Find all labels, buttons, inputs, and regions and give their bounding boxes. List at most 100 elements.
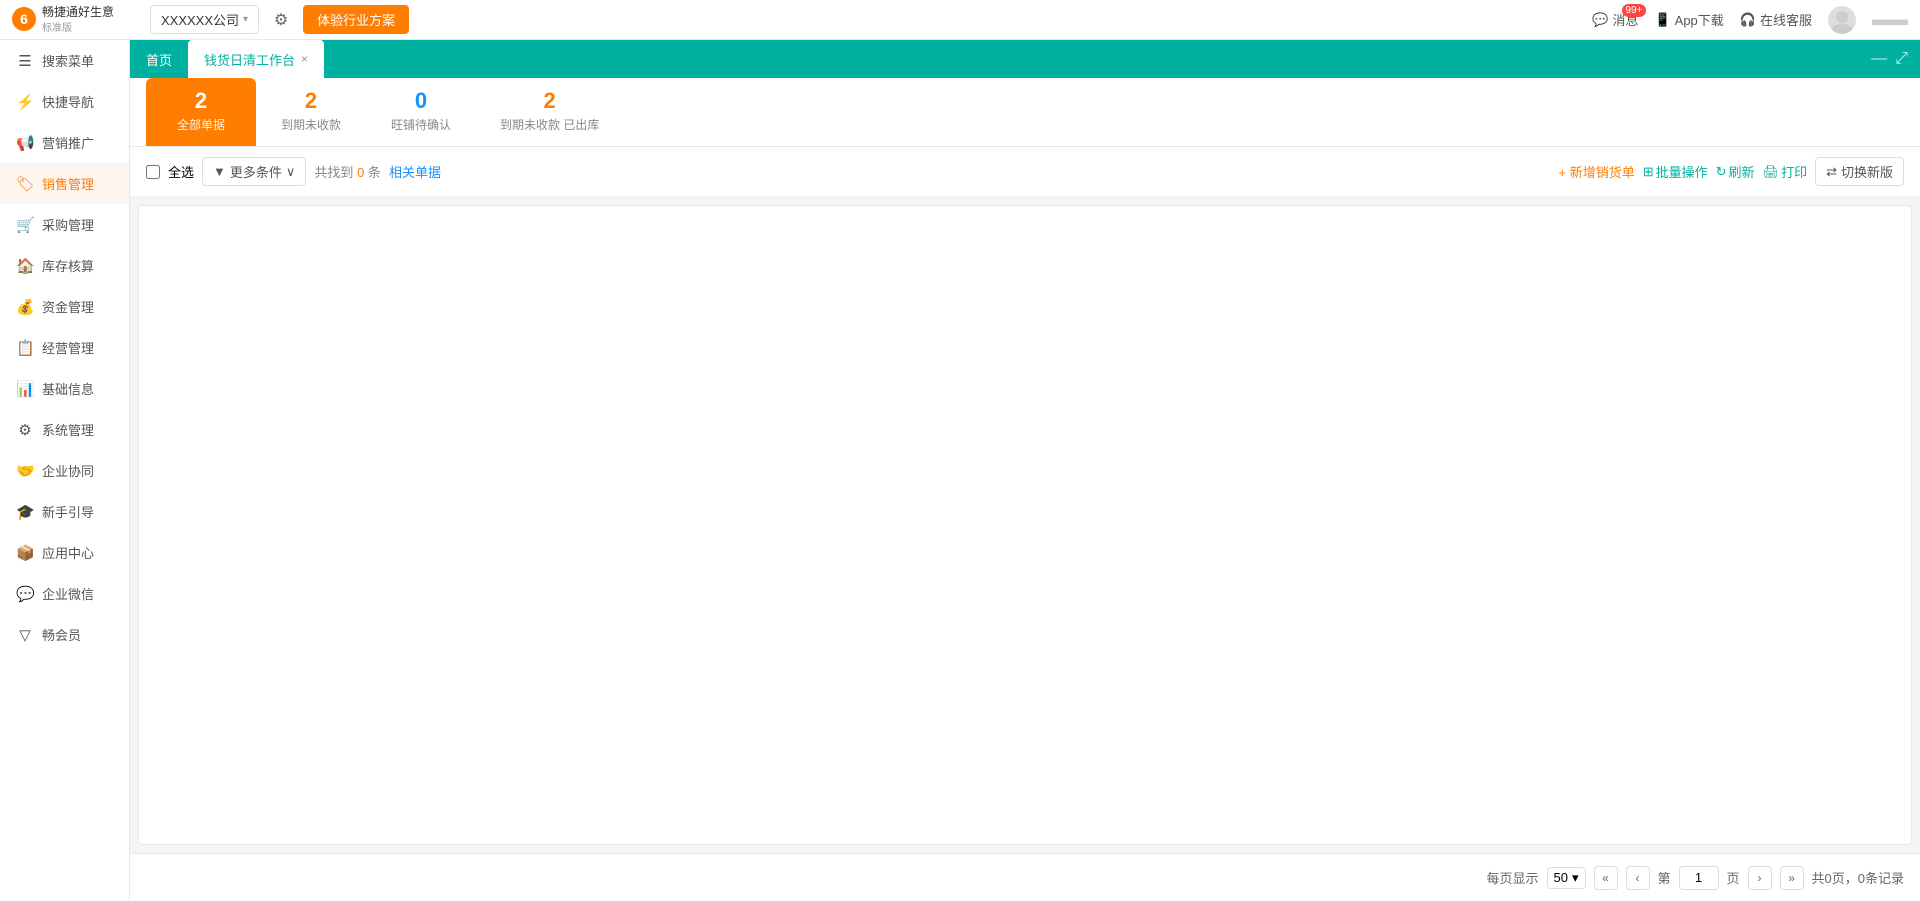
sidebar-item-purchase[interactable]: 🛒 采购管理 bbox=[0, 204, 129, 245]
sidebar-item-label: 营销推广 bbox=[42, 133, 94, 152]
operations-icon: 📋 bbox=[16, 339, 34, 357]
found-text: 共找到 0 条 bbox=[314, 162, 381, 181]
sidebar-item-operations[interactable]: 📋 经营管理 bbox=[0, 327, 129, 368]
message-badge: 99+ bbox=[1622, 4, 1647, 17]
online-service-button[interactable]: 🎧 在线客服 bbox=[1740, 10, 1812, 29]
sidebar-item-wechat[interactable]: 💬 企业微信 bbox=[0, 573, 129, 614]
print-label: 打印 bbox=[1781, 162, 1807, 181]
basic-info-icon: 📊 bbox=[16, 380, 34, 398]
sidebar-item-enterprise[interactable]: 🤝 企业协同 bbox=[0, 450, 129, 491]
sidebar-item-sales[interactable]: 🏷 销售管理 bbox=[0, 163, 129, 204]
refresh-button[interactable]: ↻ 刷新 bbox=[1716, 162, 1755, 181]
switch-icon: ⇄ bbox=[1826, 164, 1837, 180]
tab-work-station-label: 钱货日清工作台 bbox=[204, 50, 295, 69]
switch-version-button[interactable]: ⇄ 切换新版 bbox=[1815, 157, 1904, 186]
print-button[interactable]: 🖨 打印 bbox=[1763, 162, 1808, 181]
toolbar: 全选 ▼ 更多条件 ∨ 共找到 0 条 相关单据 + 新增销货单 ⊞ 批量操作 … bbox=[130, 147, 1920, 197]
logo-icon: 6 bbox=[12, 7, 36, 31]
sidebar-item-finance[interactable]: 💰 资金管理 bbox=[0, 286, 129, 327]
search-menu-icon: ☰ bbox=[16, 52, 34, 70]
username-label[interactable]: ▬▬ bbox=[1872, 9, 1908, 30]
nav-tab-actions: — ⤢ bbox=[1871, 50, 1920, 68]
online-service-label: 在线客服 bbox=[1760, 10, 1812, 29]
sidebar-item-inventory[interactable]: 🏠 库存核算 bbox=[0, 245, 129, 286]
chevron-icon: ∨ bbox=[286, 164, 296, 180]
app-download-icon: 📱 bbox=[1654, 12, 1670, 28]
sidebar-item-marketing[interactable]: 📢 营销推广 bbox=[0, 122, 129, 163]
stats-tabs: 2 全部单据 2 到期未收款 0 旺铺待确认 2 到期未收款 已出库 bbox=[130, 78, 1920, 147]
toolbar-right: + 新增销货单 ⊞ 批量操作 ↻ 刷新 🖨 打印 ⇄ 切换新版 bbox=[1558, 157, 1904, 186]
stats-tab-shipped[interactable]: 2 到期未收款 已出库 bbox=[476, 78, 623, 146]
page-suffix: 页 bbox=[1727, 868, 1740, 887]
prev-page-button[interactable]: ‹ bbox=[1626, 866, 1650, 890]
sidebar-item-quicknav[interactable]: ⚡ 快捷导航 bbox=[0, 81, 129, 122]
print-icon: 🖨 bbox=[1763, 164, 1780, 180]
tab-home[interactable]: 首页 bbox=[130, 40, 188, 78]
message-button[interactable]: 💬 消息 99+ bbox=[1592, 10, 1638, 29]
stats-label-shipped: 到期未收款 已出库 bbox=[500, 116, 599, 133]
sales-icon: 🏷 bbox=[16, 175, 34, 193]
maximize-button[interactable]: ⤢ bbox=[1895, 50, 1908, 68]
batch-operation-button[interactable]: ⊞ 批量操作 bbox=[1643, 162, 1708, 181]
tab-work-station[interactable]: 钱货日清工作台 × bbox=[188, 40, 324, 78]
total-info: 共0页，0条记录 bbox=[1812, 868, 1904, 887]
experience-button[interactable]: 体验行业方案 bbox=[303, 5, 409, 34]
top-right-area: 💬 消息 99+ 📱 App下载 🎧 在线客服 ▬▬ bbox=[1592, 6, 1908, 34]
app-download-button[interactable]: 📱 App下载 bbox=[1654, 10, 1723, 29]
guide-icon: 🎓 bbox=[16, 503, 34, 521]
stats-tab-all[interactable]: 2 全部单据 bbox=[146, 78, 256, 146]
refresh-label: 刷新 bbox=[1729, 162, 1755, 181]
stats-num-shipped: 2 bbox=[544, 88, 556, 114]
stats-label-pending: 旺铺待确认 bbox=[391, 116, 451, 133]
select-all-checkbox[interactable] bbox=[146, 165, 160, 179]
close-tab-icon[interactable]: × bbox=[301, 52, 308, 66]
sidebar-item-appcenter[interactable]: 📦 应用中心 bbox=[0, 532, 129, 573]
sidebar-item-label: 资金管理 bbox=[42, 297, 94, 316]
avatar[interactable] bbox=[1828, 6, 1856, 34]
next-page-button[interactable]: › bbox=[1748, 866, 1772, 890]
per-page-select[interactable]: 50 ▾ bbox=[1547, 867, 1586, 889]
sidebar-item-label: 应用中心 bbox=[42, 543, 94, 562]
switch-label: 切换新版 bbox=[1841, 162, 1893, 181]
member-icon: ▽ bbox=[16, 626, 34, 644]
sidebar-item-label: 企业协同 bbox=[42, 461, 94, 480]
stats-label-all: 全部单据 bbox=[177, 116, 225, 133]
toolbar-left: 全选 ▼ 更多条件 ∨ 共找到 0 条 相关单据 bbox=[146, 157, 1546, 186]
table-body bbox=[139, 206, 1911, 844]
per-page-arrow-icon: ▾ bbox=[1572, 870, 1579, 886]
sidebar-item-search[interactable]: ☰ 搜索菜单 bbox=[0, 40, 129, 81]
sidebar-item-label: 销售管理 bbox=[42, 174, 94, 193]
last-page-button[interactable]: » bbox=[1780, 866, 1804, 890]
found-prefix: 共找到 bbox=[314, 165, 353, 180]
top-bar: 6 畅捷通好生意 标准版 XXXXXX公司 ▾ ⚙ 体验行业方案 💬 消息 99… bbox=[0, 0, 1920, 40]
inventory-icon: 🏠 bbox=[16, 257, 34, 275]
sidebar-item-label: 系统管理 bbox=[42, 420, 94, 439]
logo-text-group: 畅捷通好生意 标准版 bbox=[42, 5, 114, 34]
stats-num-all: 2 bbox=[195, 88, 207, 114]
minimize-button[interactable]: — bbox=[1871, 50, 1887, 68]
related-orders-link[interactable]: 相关单据 bbox=[389, 162, 441, 181]
sidebar-item-guide[interactable]: 🎓 新手引导 bbox=[0, 491, 129, 532]
stats-tab-overdue[interactable]: 2 到期未收款 bbox=[256, 78, 366, 146]
sidebar-item-system[interactable]: ⚙ 系统管理 bbox=[0, 409, 129, 450]
first-page-button[interactable]: « bbox=[1594, 866, 1618, 890]
company-selector[interactable]: XXXXXX公司 ▾ bbox=[150, 5, 259, 34]
sidebar: ☰ 搜索菜单 ⚡ 快捷导航 📢 营销推广 🏷 销售管理 🛒 采购管理 🏠 库存核… bbox=[0, 40, 130, 901]
found-suffix: 条 bbox=[368, 165, 381, 180]
message-icon: 💬 bbox=[1592, 12, 1608, 28]
sidebar-item-basic-info[interactable]: 📊 基础信息 bbox=[0, 368, 129, 409]
headset-icon: 🎧 bbox=[1740, 12, 1756, 28]
stats-num-pending: 0 bbox=[415, 88, 427, 114]
add-sales-order-button[interactable]: + 新增销货单 bbox=[1558, 162, 1634, 181]
sidebar-item-label: 搜索菜单 bbox=[42, 51, 94, 70]
batch-icon: ⊞ bbox=[1643, 164, 1654, 180]
pagination: 每页显示 50 ▾ « ‹ 第 页 › » 共0页，0条记录 bbox=[130, 853, 1920, 901]
page-number-input[interactable] bbox=[1679, 866, 1719, 890]
settings-button[interactable]: ⚙ bbox=[267, 6, 295, 34]
stats-tab-pending[interactable]: 0 旺铺待确认 bbox=[366, 78, 476, 146]
refresh-icon: ↻ bbox=[1716, 164, 1727, 180]
marketing-icon: 📢 bbox=[16, 134, 34, 152]
sidebar-item-member[interactable]: ▽ 畅会员 bbox=[0, 614, 129, 655]
page-label: 第 bbox=[1658, 868, 1671, 887]
filter-button[interactable]: ▼ 更多条件 ∨ bbox=[202, 157, 306, 186]
